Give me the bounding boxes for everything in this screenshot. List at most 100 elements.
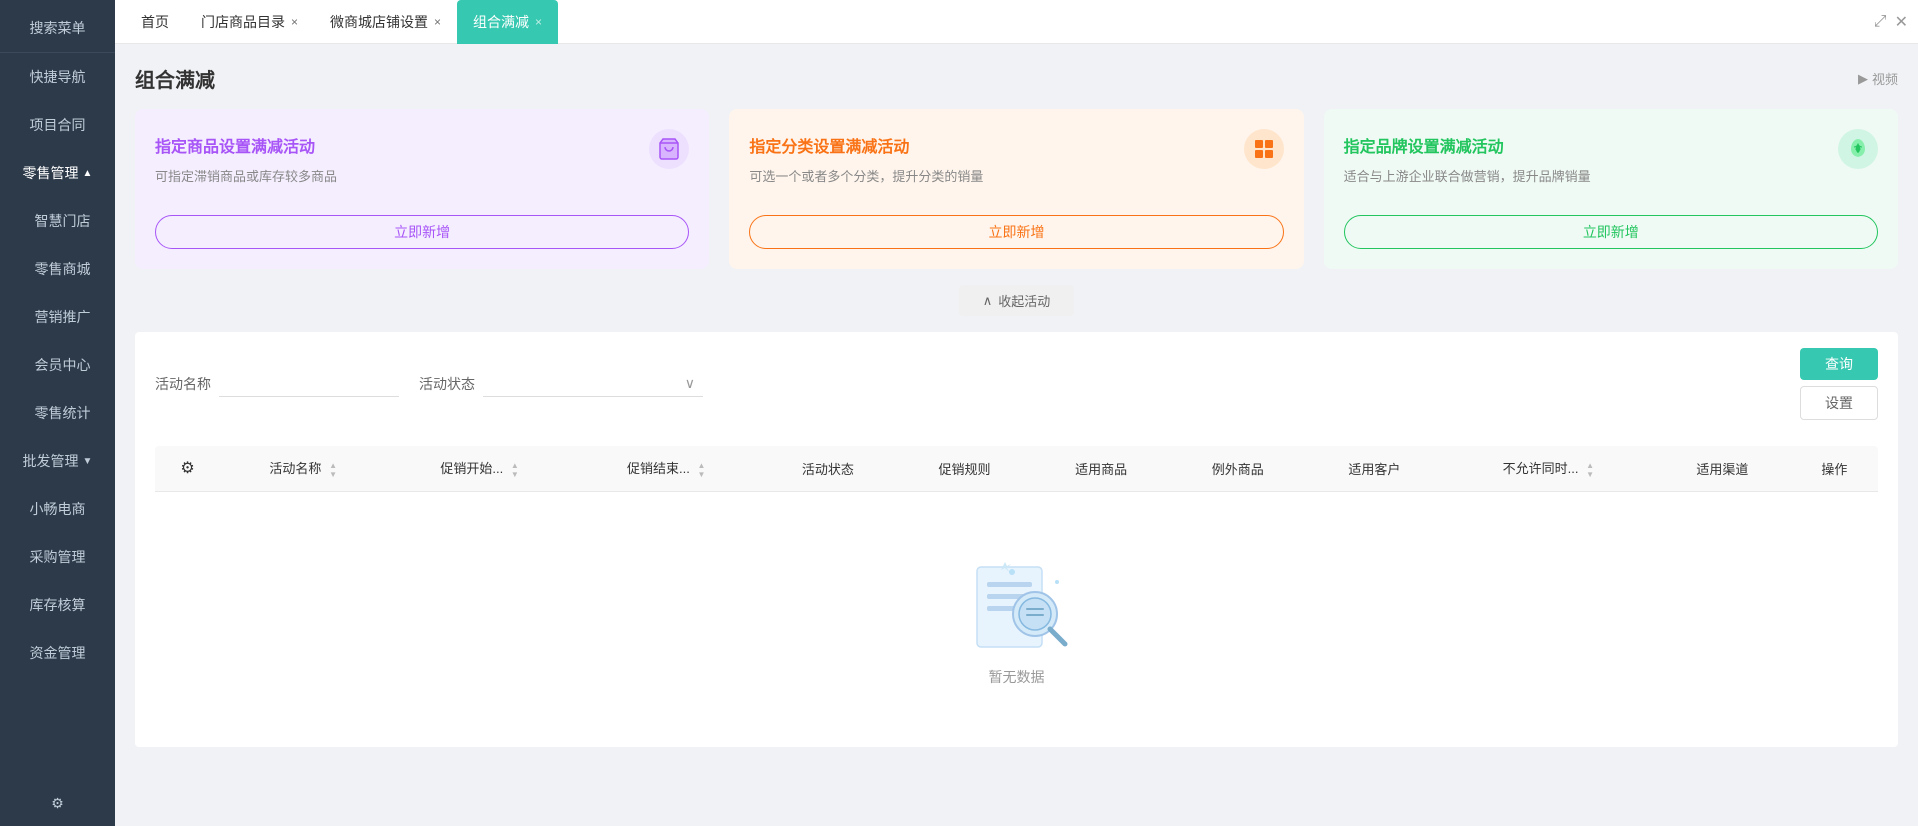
th-promo-rules-label: 促销规则 [939,462,991,477]
brand-card-add-button[interactable]: 立即新增 [1344,215,1878,249]
close-icon[interactable]: ✕ [1895,12,1908,32]
sidebar-item-label: 小畅电商 [30,499,86,519]
category-card-desc: 可选一个或者多个分类，提升分类的销量 [749,167,1283,199]
tab-combo-discount[interactable]: 组合满减 × [457,0,558,44]
th-applicable-channels-label: 适用渠道 [1696,462,1748,477]
sidebar-settings-button[interactable]: ⚙ [0,781,115,826]
sort-icons[interactable]: ▲▼ [511,461,519,479]
sidebar-item-finance[interactable]: 资金管理 [0,629,115,677]
product-activity-card: 指定商品设置满减活动 可指定滞销商品或库存较多商品 立即新增 [135,109,709,269]
sidebar-item-member-center[interactable]: 会员中心 [0,341,115,389]
sidebar-item-quick-nav[interactable]: 快捷导航 [0,53,115,101]
sidebar-item-label: 智慧门店 [35,211,91,231]
sidebar-item-wholesale-management[interactable]: 批发管理 ▼ [0,437,115,485]
tab-home-label: 首页 [141,12,169,32]
table-container: ⚙ 活动名称 ▲▼ 促销开始... ▲▼ 促销结束... [155,446,1878,747]
sidebar-item-label: 库存核算 [30,595,86,615]
table-header-promo-rules: 促销规则 [896,446,1033,491]
sort-icons[interactable]: ▲▼ [1586,461,1594,479]
th-applicable-customers-label: 适用客户 [1348,462,1400,477]
sidebar-item-label: 快捷导航 [30,67,86,87]
tab-wechat-settings-close[interactable]: × [434,15,441,29]
activity-status-filter: 活动状态 ∨ [419,371,703,397]
sidebar-item-inventory[interactable]: 库存核算 [0,581,115,629]
sidebar-item-project-contract[interactable]: 项目合同 [0,101,115,149]
video-label: 视频 [1872,69,1898,88]
sidebar-item-marketing[interactable]: 营销推广 [0,293,115,341]
setting-button[interactable]: 设置 [1800,386,1878,420]
table-header-operations: 操作 [1791,446,1878,491]
sort-icons[interactable]: ▲▼ [698,461,706,479]
sidebar: 搜索菜单 快捷导航 项目合同 零售管理 ▲ 智慧门店 零售商城 营销推广 会员中… [0,0,115,826]
category-card-title: 指定分类设置满减活动 [749,133,1283,157]
filter-row: 活动名称 活动状态 ∨ 查询 设置 [155,348,1878,436]
sidebar-item-label: 会员中心 [35,355,91,375]
category-card-add-button[interactable]: 立即新增 [749,215,1283,249]
table-header-activity-status: 活动状态 [760,446,897,491]
tab-wechat-settings[interactable]: 微商城店铺设置 × [314,0,457,44]
th-activity-status-label: 活动状态 [802,462,854,477]
tab-home[interactable]: 首页 [125,0,185,44]
brand-card-desc: 适合与上游企业联合做营销，提升品牌销量 [1344,167,1878,199]
product-card-add-button[interactable]: 立即新增 [155,215,689,249]
filter-table-container: 活动名称 活动状态 ∨ 查询 设置 [135,332,1898,747]
sidebar-item-xiaochang[interactable]: 小畅电商 [0,485,115,533]
sidebar-item-label: 零售统计 [35,403,91,423]
brand-card-title: 指定品牌设置满减活动 [1344,133,1878,157]
sidebar-item-retail-mall[interactable]: 零售商城 [0,245,115,293]
collapse-up-icon: ∧ [983,293,993,309]
table-header-settings[interactable]: ⚙ [155,446,220,491]
table-header-applicable-goods: 适用商品 [1033,446,1170,491]
play-icon: ▶ [1858,71,1868,87]
page-header: 组合满减 ▶ 视频 [135,64,1898,93]
maximize-icon[interactable]: ⤢ [1874,13,1887,31]
sidebar-search[interactable]: 搜索菜单 [0,0,115,53]
activity-name-input[interactable] [219,372,399,397]
sidebar-item-smart-store[interactable]: 智慧门店 [0,197,115,245]
activity-name-label: 活动名称 [155,374,211,394]
product-card-desc: 可指定滞销商品或库存较多商品 [155,167,689,199]
sidebar-item-purchase[interactable]: 采购管理 [0,533,115,581]
activity-status-label: 活动状态 [419,374,475,394]
sidebar-item-retail-management[interactable]: 零售管理 ▲ [0,149,115,197]
category-activity-card: 指定分类设置满减活动 可选一个或者多个分类，提升分类的销量 立即新增 [729,109,1303,269]
data-table: ⚙ 活动名称 ▲▼ 促销开始... ▲▼ 促销结束... [155,446,1878,747]
table-header-promo-start: 促销开始... ▲▼ [386,446,573,491]
collapse-button[interactable]: ∧ 收起活动 [959,285,1075,316]
product-card-title: 指定商品设置满减活动 [155,133,689,157]
table-header-row: ⚙ 活动名称 ▲▼ 促销开始... ▲▼ 促销结束... [155,446,1878,491]
table-header-applicable-channels: 适用渠道 [1654,446,1791,491]
th-promo-start-label: 促销开始... [440,461,503,476]
query-button[interactable]: 查询 [1800,348,1878,380]
empty-state: 暂无数据 [155,492,1878,747]
gear-icon[interactable]: ⚙ [180,460,194,477]
page-content: 组合满减 ▶ 视频 指定商品设置满减活动 可指定滞销商品或库存较多商品 [115,44,1918,826]
brand-card-icon [1838,129,1878,169]
th-promo-end-label: 促销结束... [627,461,690,476]
th-no-concurrent-label: 不允许同时... [1503,461,1579,476]
empty-illustration [957,552,1077,655]
tab-bar: 首页 门店商品目录 × 微商城店铺设置 × 组合满减 × ⤢ ✕ [115,0,1918,44]
tab-combo-discount-label: 组合满减 [473,12,529,32]
settings-icon: ⚙ [51,795,64,811]
table-header-activity-name: 活动名称 ▲▼ [220,446,386,491]
tab-wechat-settings-label: 微商城店铺设置 [330,12,428,32]
product-card-icon [649,129,689,169]
table-header-promo-end: 促销结束... ▲▼ [573,446,760,491]
sidebar-item-label: 项目合同 [30,115,86,135]
page-title: 组合满减 [135,64,215,93]
th-operations-label: 操作 [1821,462,1847,477]
tab-combo-discount-close[interactable]: × [535,15,542,29]
chevron-down-icon: ▼ [83,456,93,467]
main-area: 首页 门店商品目录 × 微商城店铺设置 × 组合满减 × ⤢ ✕ 组合满减 ▶ … [115,0,1918,826]
tab-store-catalog[interactable]: 门店商品目录 × [185,0,314,44]
th-applicable-goods-label: 适用商品 [1075,462,1127,477]
video-link[interactable]: ▶ 视频 [1858,69,1898,88]
sort-icons[interactable]: ▲▼ [329,461,337,479]
table-body: 暂无数据 [155,491,1878,747]
sidebar-item-retail-stats[interactable]: 零售统计 [0,389,115,437]
empty-state-row: 暂无数据 [155,491,1878,747]
tab-store-catalog-close[interactable]: × [291,15,298,29]
activity-status-select[interactable]: ∨ [483,371,703,397]
sidebar-item-label: 零售管理 [23,163,79,183]
